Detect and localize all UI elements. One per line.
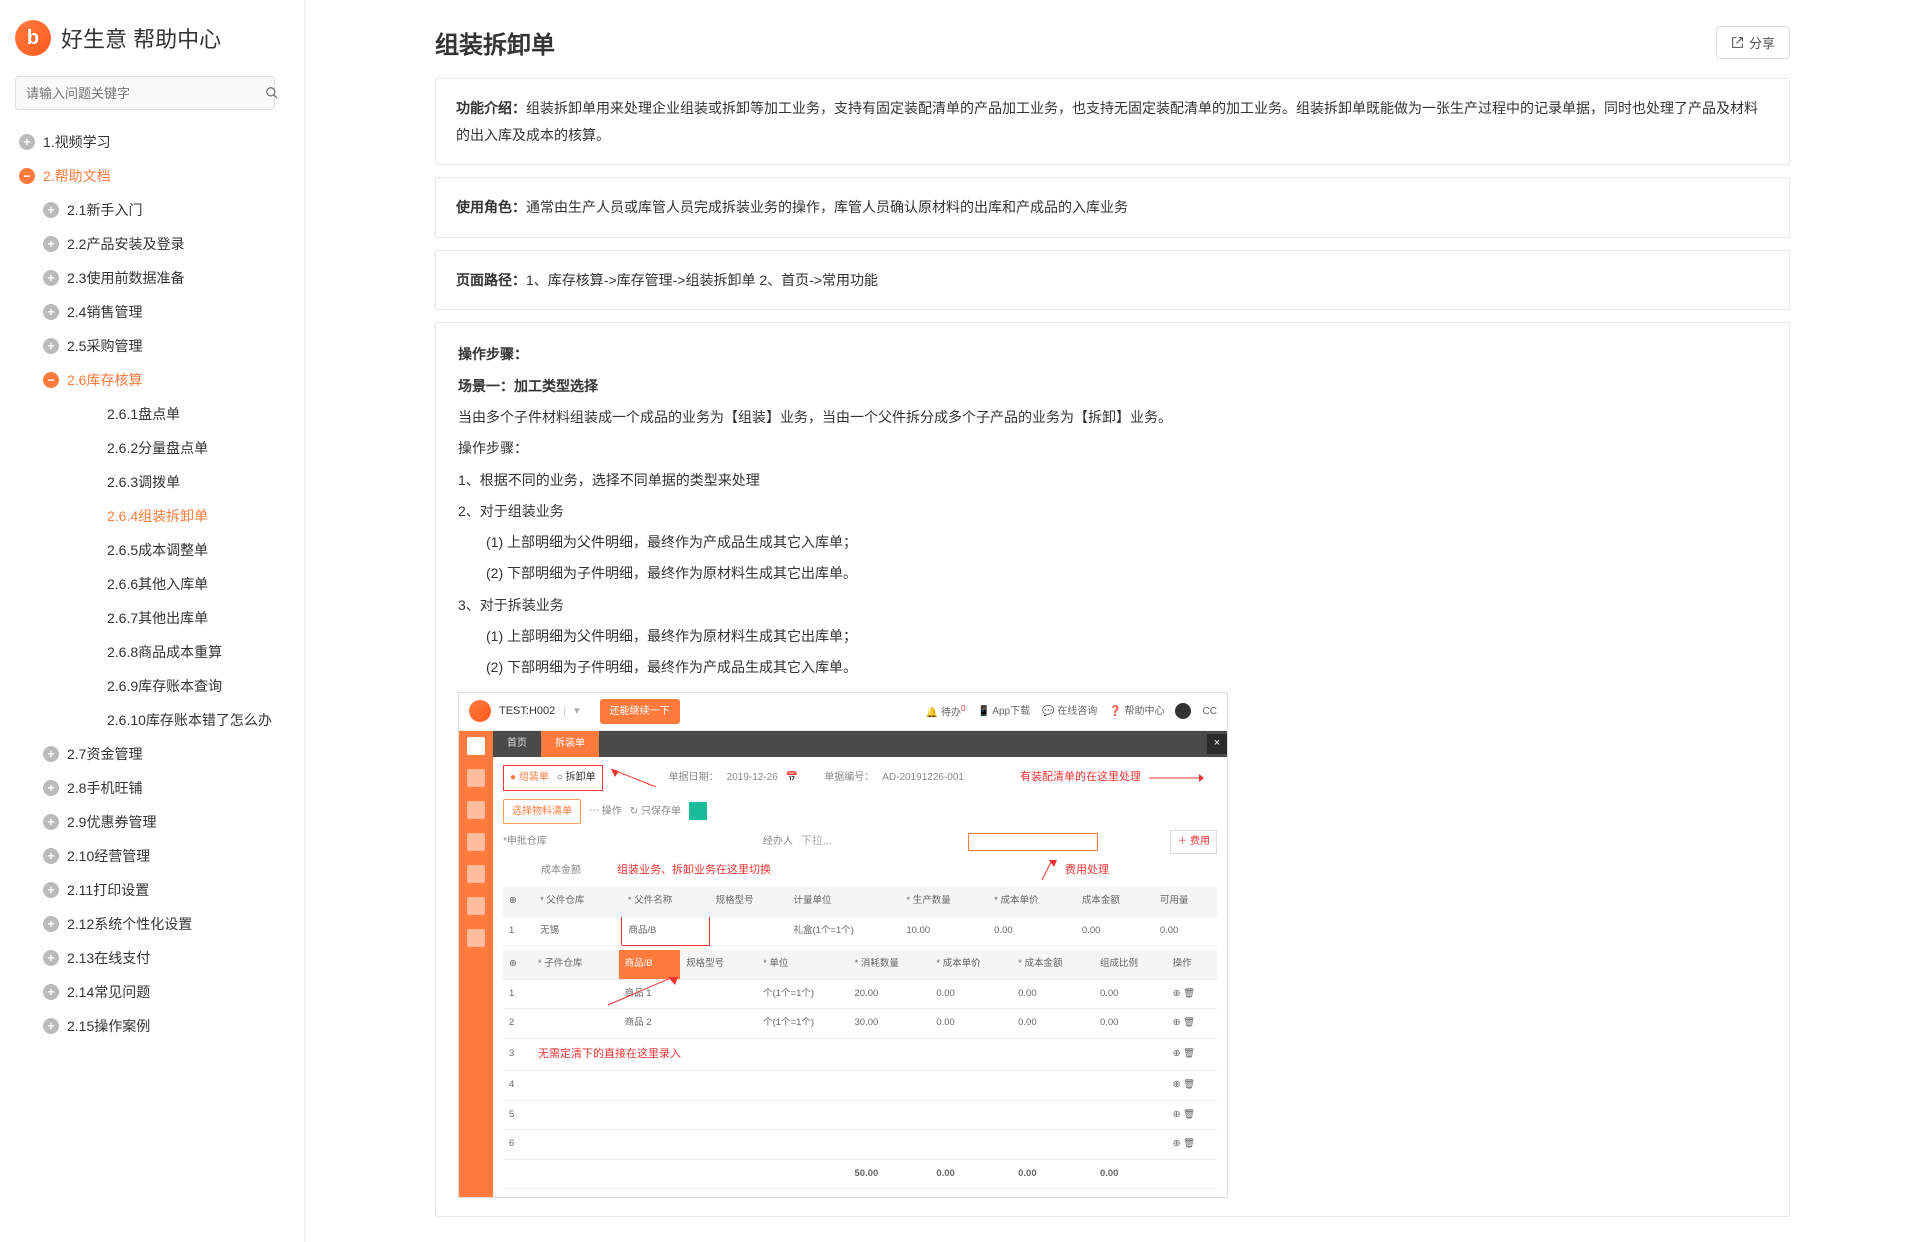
path-text: 1、库存核算->库存管理->组装拆卸单 2、首页->常用功能 xyxy=(526,272,878,288)
nav-2-6-4[interactable]: 2.6.4组装拆卸单 xyxy=(63,499,289,533)
search-icon[interactable] xyxy=(255,76,289,110)
nav-2-6-9[interactable]: 2.6.9库存账本查询 xyxy=(63,669,289,703)
nav-2-6[interactable]: −2.6库存核算 xyxy=(39,363,289,397)
nav-2-6-3[interactable]: 2.6.3调拨单 xyxy=(63,465,289,499)
role-card: 使用角色：通常由生产人员或库管人员完成拆装业务的操作，库管人员确认原材料的出库和… xyxy=(435,177,1790,238)
fig-wait: 🔔 待办0 xyxy=(926,700,966,723)
nav-2-14[interactable]: +2.14常见问题 xyxy=(39,975,289,1009)
role-label: 使用角色： xyxy=(456,199,526,215)
nav-2-13[interactable]: +2.13在线支付 xyxy=(39,941,289,975)
fig-anno-cost: 费用处理 xyxy=(1065,860,1109,881)
arrow-icon xyxy=(1027,860,1057,880)
step-3b: (2) 下部明细为子件明细，最终作为产成品生成其它入库单。 xyxy=(458,654,1767,681)
fig-chat: 💬 在线咨询 xyxy=(1042,702,1097,722)
nav-2-6-5[interactable]: 2.6.5成本调整单 xyxy=(63,533,289,567)
fig-radio-group: 组装单 拆卸单 xyxy=(503,765,603,791)
arrow-icon xyxy=(603,977,683,1007)
nav-2-6-7[interactable]: 2.6.7其他出库单 xyxy=(63,601,289,635)
fig-sidebar xyxy=(459,731,493,1197)
fig-mat-button: 选择物料清单 xyxy=(503,799,581,825)
fig-tab-home: 首页 xyxy=(493,731,541,757)
step-2a: (1) 上部明细为父件明细，最终作为产成品生成其它入库单； xyxy=(458,529,1767,556)
nav-help-docs[interactable]: −2.帮助文档 xyxy=(15,159,289,193)
fig-title: TEST:H002 xyxy=(499,701,555,722)
step-3a: (1) 上部明细为父件明细，最终作为原材料生成其它出库单； xyxy=(458,623,1767,650)
arrow-icon xyxy=(1149,774,1204,782)
path-label: 页面路径： xyxy=(456,272,526,288)
nav-2-4[interactable]: +2.4销售管理 xyxy=(39,295,289,329)
fig-app-dl: 📱 App下载 xyxy=(978,702,1030,722)
nav-2-9[interactable]: +2.9优惠券管理 xyxy=(39,805,289,839)
fig-green-icon xyxy=(689,802,707,820)
steps-label: 操作步骤： xyxy=(458,341,1767,368)
nav-2-7[interactable]: +2.7资金管理 xyxy=(39,737,289,771)
fig-to-field xyxy=(968,833,1098,851)
fig-side-icon xyxy=(467,801,485,819)
close-icon: × xyxy=(1207,734,1227,754)
avatar-icon xyxy=(1175,703,1191,719)
brand-icon: b xyxy=(15,20,51,56)
fig-tabs: 首页 拆装单 × xyxy=(493,731,1227,757)
fig-user: CC xyxy=(1203,702,1217,722)
share-button[interactable]: 分享 xyxy=(1716,26,1790,59)
fig-logo-icon xyxy=(469,700,491,722)
sidebar: b 好生意 帮助中心 +1.视频学习 −2.帮助文档 +2.1新手入门 +2.2… xyxy=(0,0,305,1242)
share-icon xyxy=(1731,36,1744,49)
step-3: 3、对于拆装业务 xyxy=(458,592,1767,619)
fig-try-button: 还能继续一下 xyxy=(600,699,680,725)
search-box xyxy=(15,76,289,110)
intro-label: 功能介绍： xyxy=(456,100,526,116)
search-input[interactable] xyxy=(15,76,275,110)
fig-side-icon xyxy=(467,929,485,947)
fig-side-icon xyxy=(467,865,485,883)
nav-2-6-1[interactable]: 2.6.1盘点单 xyxy=(63,397,289,431)
page-title: 组装拆卸单 xyxy=(435,25,555,60)
fig-side-icon xyxy=(467,897,485,915)
role-text: 通常由生产人员或库管人员完成拆装业务的操作，库管人员确认原材料的出库和产成品的入… xyxy=(526,199,1128,215)
nav-2-6-6[interactable]: 2.6.6其他入库单 xyxy=(63,567,289,601)
scene1-text: 当由多个子件材料组装成一个成品的业务为【组装】业务，当由一个父件拆分成多个子产品… xyxy=(458,404,1767,431)
fig-help: ❓ 帮助中心 xyxy=(1109,702,1164,722)
nav-2-3[interactable]: +2.3使用前数据准备 xyxy=(39,261,289,295)
brand-row: b 好生意 帮助中心 xyxy=(15,20,289,56)
fig-side-icon xyxy=(467,833,485,851)
nav-video-learn[interactable]: +1.视频学习 xyxy=(15,125,289,159)
nav-2-2[interactable]: +2.2产品安装及登录 xyxy=(39,227,289,261)
fig-parent-table: ⊕* 父件仓库* 父件名称规格型号计量单位* 生产数量* 成本单价成本金额可用量… xyxy=(503,887,1217,946)
scene1-label: 场景一：加工类型选择 xyxy=(458,373,1767,400)
fig-side-icon xyxy=(467,737,485,755)
nav-2-11[interactable]: +2.11打印设置 xyxy=(39,873,289,907)
step-2: 2、对于组装业务 xyxy=(458,498,1767,525)
nav-2-8[interactable]: +2.8手机旺铺 xyxy=(39,771,289,805)
nav-2-6-8[interactable]: 2.6.8商品成本重算 xyxy=(63,635,289,669)
nav-2-10[interactable]: +2.10经营管理 xyxy=(39,839,289,873)
path-card: 页面路径：1、库存核算->库存管理->组装拆卸单 2、首页->常用功能 xyxy=(435,250,1790,311)
fig-top-bar: TEST:H002 | ▾ 还能继续一下 🔔 待办0 📱 App下载 💬 在线咨… xyxy=(459,693,1227,732)
fig-anno-switch: 组装业务、拆卸业务在这里切换 xyxy=(617,860,771,881)
fig-anno-list: 有装配清单的在这里处理 xyxy=(1020,767,1141,788)
fig-cost-button: ＋ 费用 xyxy=(1170,830,1217,854)
main-content: 组装拆卸单 分享 功能介绍：组装拆卸单用来处理企业组装或拆卸等加工业务，支持有固… xyxy=(305,0,1920,1242)
step-2b: (2) 下部明细为子件明细，最终作为原材料生成其它出库单。 xyxy=(458,560,1767,587)
intro-text: 组装拆卸单用来处理企业组装或拆卸等加工业务，支持有固定装配清单的产品加工业务，也… xyxy=(456,100,1758,143)
content-body: 操作步骤： 场景一：加工类型选择 当由多个子件材料组装成一个成品的业务为【组装】… xyxy=(435,322,1790,1217)
nav-2-12[interactable]: +2.12系统个性化设置 xyxy=(39,907,289,941)
nav-2-5[interactable]: +2.5采购管理 xyxy=(39,329,289,363)
arrow-icon xyxy=(611,769,661,787)
fig-side-icon xyxy=(467,769,485,787)
fig-anno-direct: 无需定清下的直接在这里录入 xyxy=(538,1048,681,1060)
brand-text: 好生意 帮助中心 xyxy=(61,22,221,54)
nav-2-1[interactable]: +2.1新手入门 xyxy=(39,193,289,227)
step-1: 1、根据不同的业务，选择不同单据的类型来处理 xyxy=(458,467,1767,494)
intro-card: 功能介绍：组装拆卸单用来处理企业组装或拆卸等加工业务，支持有固定装配清单的产品加… xyxy=(435,78,1790,165)
embedded-screenshot: TEST:H002 | ▾ 还能继续一下 🔔 待办0 📱 App下载 💬 在线咨… xyxy=(458,692,1228,1199)
nav-2-6-10[interactable]: 2.6.10库存账本错了怎么办 xyxy=(63,703,289,737)
nav-2-6-2[interactable]: 2.6.2分量盘点单 xyxy=(63,431,289,465)
step-sub: 操作步骤： xyxy=(458,435,1767,462)
nav-2-15[interactable]: +2.15操作案例 xyxy=(39,1009,289,1043)
fig-tab-current: 拆装单 xyxy=(541,731,599,757)
